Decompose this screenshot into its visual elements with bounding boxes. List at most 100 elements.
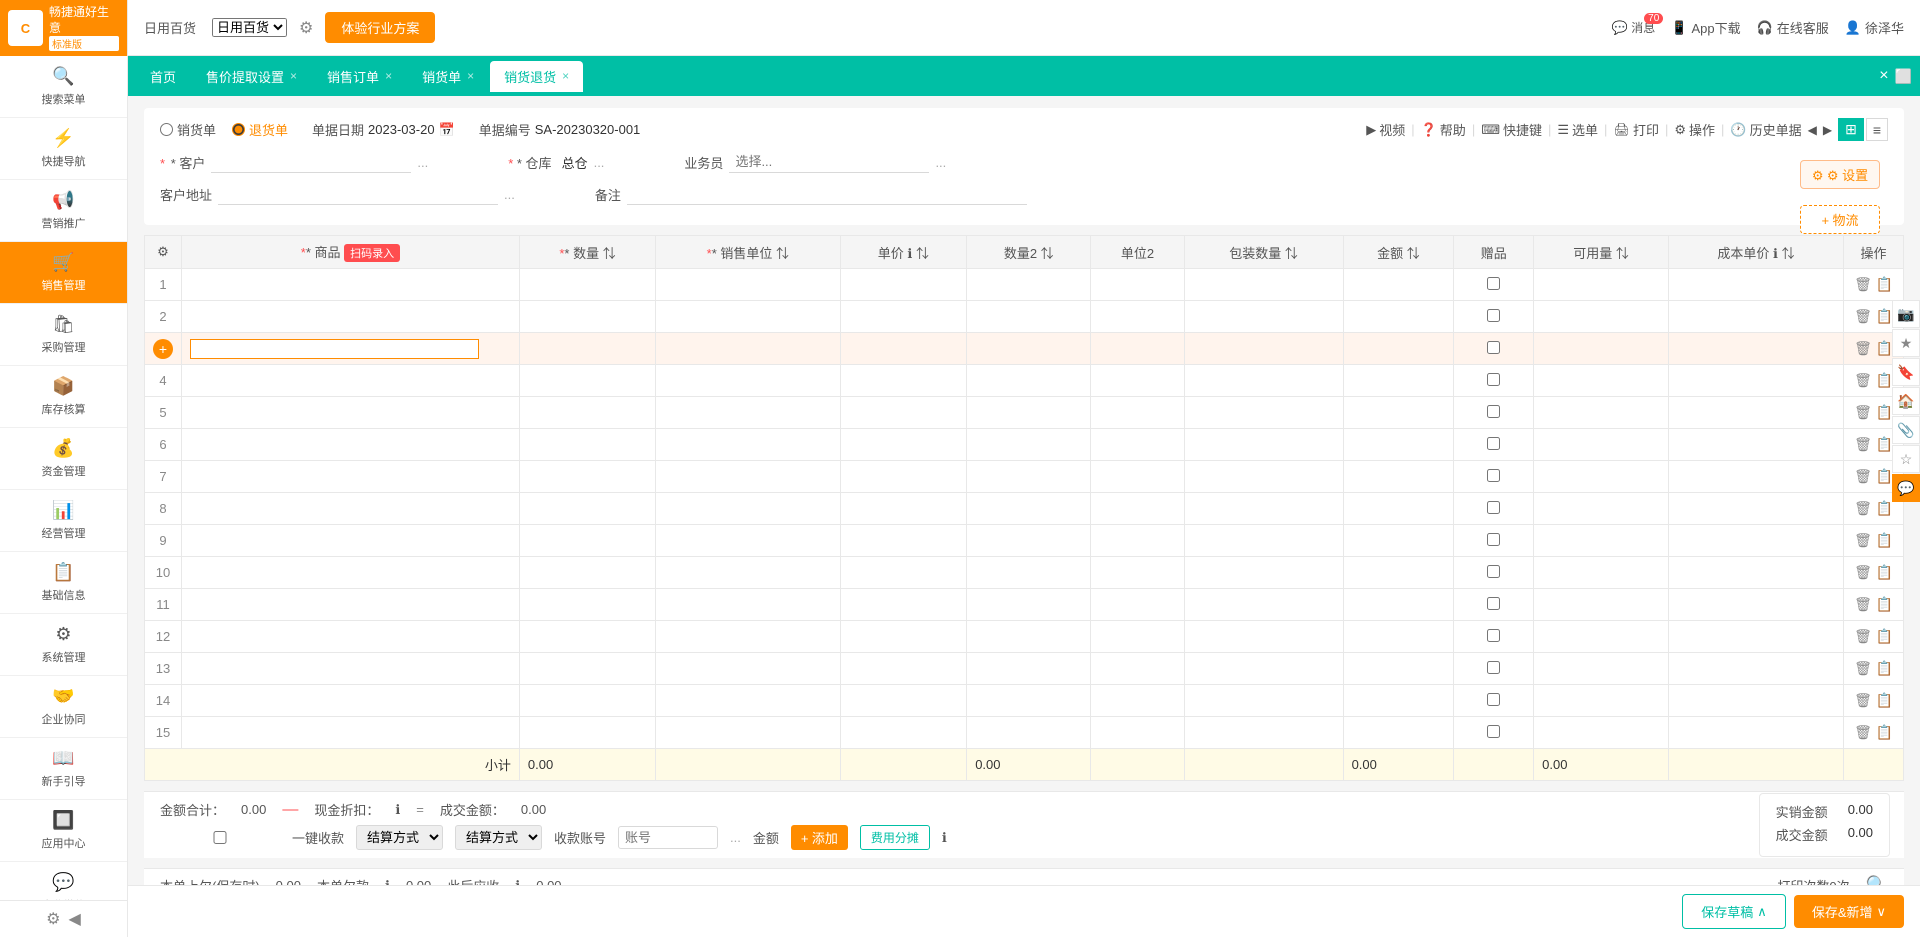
- tab-sales-bill-close[interactable]: ×: [467, 69, 474, 83]
- settings-bottom-icon[interactable]: ⚙: [46, 909, 60, 929]
- customer-service-btn[interactable]: 🎧 在线客服: [1757, 18, 1829, 37]
- row-qty[interactable]: [519, 525, 655, 557]
- side-btn-home[interactable]: 🏠: [1892, 387, 1920, 415]
- gift-checkbox[interactable]: [1487, 373, 1500, 386]
- radio-return[interactable]: 退货单: [232, 120, 288, 139]
- copy-icon[interactable]: 📋: [1875, 372, 1892, 388]
- row-goods[interactable]: [182, 397, 520, 429]
- row-cost-price[interactable]: [1669, 621, 1844, 653]
- col-settings[interactable]: ⚙: [145, 236, 182, 269]
- save-new-btn[interactable]: 保存&新增 ∨: [1794, 895, 1904, 928]
- row-price[interactable]: [840, 685, 967, 717]
- row-price[interactable]: [840, 397, 967, 429]
- add-expense-btn[interactable]: + 添加: [791, 825, 848, 850]
- row-goods[interactable]: [182, 717, 520, 749]
- row-cost-price[interactable]: [1669, 589, 1844, 621]
- row-goods[interactable]: [182, 365, 520, 397]
- tab-price-settings[interactable]: 售价提取设置 ×: [192, 61, 311, 92]
- row-amount[interactable]: [1343, 525, 1454, 557]
- operate-btn[interactable]: ⚙ 操作: [1674, 120, 1715, 139]
- copy-icon[interactable]: 📋: [1875, 596, 1892, 612]
- gift-checkbox[interactable]: [1487, 469, 1500, 482]
- row-amount[interactable]: [1343, 333, 1454, 365]
- side-btn-camera[interactable]: 📷: [1892, 300, 1920, 328]
- sidebar-item-search[interactable]: 🔍 搜索菜单: [0, 56, 127, 118]
- row-pack-qty[interactable]: [1184, 461, 1343, 493]
- row-cost-price[interactable]: [1669, 525, 1844, 557]
- gift-checkbox[interactable]: [1487, 405, 1500, 418]
- delete-icon[interactable]: 🗑: [1854, 532, 1872, 548]
- module-dropdown[interactable]: 日用百货: [212, 18, 287, 37]
- delete-icon[interactable]: 🗑: [1854, 372, 1872, 388]
- row-unit[interactable]: [656, 461, 840, 493]
- row-amount[interactable]: [1343, 461, 1454, 493]
- sidebar-item-corp[interactable]: 🤝 企业协同: [0, 676, 127, 738]
- info-icon-recv[interactable]: ℹ: [515, 878, 520, 886]
- delete-icon[interactable]: 🗑: [1854, 564, 1872, 580]
- tab-sales-order[interactable]: 销售订单 ×: [313, 61, 406, 92]
- delete-icon[interactable]: 🗑: [1854, 628, 1872, 644]
- row-unit2[interactable]: [1091, 557, 1184, 589]
- tab-sales-return[interactable]: 销货退货 ×: [490, 61, 583, 92]
- row-price[interactable]: [840, 717, 967, 749]
- row-gift[interactable]: [1454, 301, 1534, 333]
- info-icon-expense[interactable]: ℹ: [942, 830, 947, 846]
- account-input[interactable]: [618, 826, 718, 849]
- row-goods[interactable]: [182, 653, 520, 685]
- row-qty[interactable]: [519, 557, 655, 589]
- row-available[interactable]: [1534, 621, 1669, 653]
- row-gift[interactable]: [1454, 493, 1534, 525]
- gift-checkbox[interactable]: [1487, 341, 1500, 354]
- row-qty[interactable]: [519, 397, 655, 429]
- row-pack-qty[interactable]: [1184, 493, 1343, 525]
- row-pack-qty[interactable]: [1184, 301, 1343, 333]
- delete-icon[interactable]: 🗑: [1854, 500, 1872, 516]
- row-qty[interactable]: [519, 301, 655, 333]
- row-qty[interactable]: [519, 653, 655, 685]
- row-available[interactable]: [1534, 429, 1669, 461]
- remark-input[interactable]: [627, 183, 1027, 205]
- row-price[interactable]: [840, 365, 967, 397]
- row-unit[interactable]: [656, 717, 840, 749]
- row-gift[interactable]: [1454, 717, 1534, 749]
- row-goods[interactable]: [182, 525, 520, 557]
- row-price[interactable]: [840, 589, 967, 621]
- row-qty[interactable]: [519, 365, 655, 397]
- tab-sales-return-close[interactable]: ×: [562, 69, 569, 83]
- row-pack-qty[interactable]: [1184, 525, 1343, 557]
- print-btn[interactable]: 🖨 打印: [1613, 120, 1659, 139]
- delete-icon[interactable]: 🗑: [1854, 724, 1872, 740]
- tab-window-close[interactable]: ×: [1879, 67, 1888, 85]
- row-unit2[interactable]: [1091, 461, 1184, 493]
- row-cost-price[interactable]: [1669, 493, 1844, 525]
- row-goods[interactable]: [182, 333, 520, 365]
- row-qty[interactable]: [519, 493, 655, 525]
- info-icon-bill[interactable]: ℹ: [385, 878, 390, 886]
- side-btn-message[interactable]: 💬: [1892, 474, 1920, 502]
- tab-sales-order-close[interactable]: ×: [385, 69, 392, 83]
- row-gift[interactable]: [1454, 429, 1534, 461]
- row-pack-qty[interactable]: [1184, 557, 1343, 589]
- collapse-icon[interactable]: ◀: [69, 909, 81, 929]
- row-qty[interactable]: [519, 429, 655, 461]
- sidebar-item-inventory[interactable]: 📦 库存核算: [0, 366, 127, 428]
- row-price[interactable]: [840, 493, 967, 525]
- copy-icon[interactable]: 📋: [1875, 628, 1892, 644]
- warehouse-dots[interactable]: ...: [594, 155, 605, 170]
- row-unit2[interactable]: [1091, 525, 1184, 557]
- calendar-icon[interactable]: 📅: [439, 122, 455, 138]
- row-goods[interactable]: [182, 429, 520, 461]
- row-unit2[interactable]: [1091, 685, 1184, 717]
- row-gift[interactable]: [1454, 461, 1534, 493]
- delete-icon[interactable]: 🗑: [1854, 468, 1872, 484]
- row-unit[interactable]: [656, 557, 840, 589]
- customer-dots[interactable]: ...: [417, 155, 428, 170]
- address-dots[interactable]: ...: [504, 187, 515, 202]
- row-goods[interactable]: [182, 461, 520, 493]
- grid-view-btn[interactable]: ⊞: [1838, 118, 1864, 141]
- row-amount[interactable]: [1343, 685, 1454, 717]
- row-available[interactable]: [1534, 525, 1669, 557]
- row-pack-qty[interactable]: [1184, 653, 1343, 685]
- row-available[interactable]: [1534, 589, 1669, 621]
- gift-checkbox[interactable]: [1487, 437, 1500, 450]
